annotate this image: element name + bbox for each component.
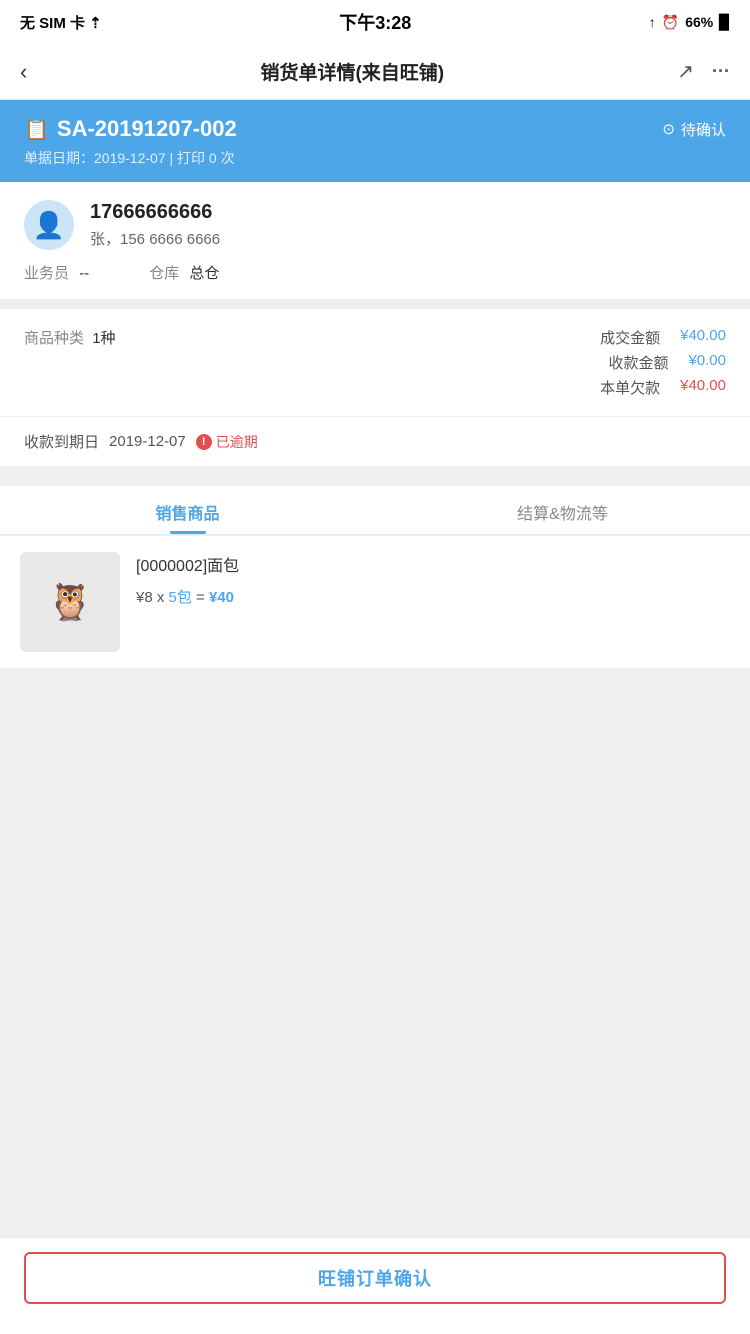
owed-amount-row: 本单欠款 ¥40.00 — [600, 377, 726, 398]
overdue-text: 已逾期 — [216, 432, 258, 452]
received-amount-row: 收款金额 ¥0.00 — [608, 352, 726, 373]
back-button[interactable]: ‹ — [20, 59, 27, 85]
battery-icon: ▉ — [719, 14, 730, 31]
transaction-value: ¥40.00 — [680, 327, 726, 348]
owed-value: ¥40.00 — [680, 377, 726, 398]
summary-right: 成交金额 ¥40.00 收款金额 ¥0.00 本单欠款 ¥40.00 — [600, 327, 726, 398]
transaction-label: 成交金额 — [600, 327, 660, 348]
product-info: [0000002]面包 ¥8 x 5包 = ¥40 — [136, 552, 730, 607]
alarm-icon: ⏰ — [662, 14, 679, 31]
product-section: 🦉 [0000002]面包 ¥8 x 5包 = ¥40 — [0, 536, 750, 668]
empty-area — [0, 668, 750, 948]
bottom-bar: 旺铺订单确认 — [0, 1237, 750, 1334]
received-value: ¥0.00 — [688, 352, 726, 373]
transaction-amount-row: 成交金额 ¥40.00 — [600, 327, 726, 348]
customer-section: 👤 17666666666 张，156 6666 6666 业务员 -- 仓库 … — [0, 182, 750, 299]
divider-2 — [0, 466, 750, 476]
nav-actions: ↗ ··· — [677, 59, 730, 84]
product-image: 🦉 — [20, 552, 120, 652]
tab-settlement[interactable]: 结算&物流等 — [375, 486, 750, 534]
warehouse-label: 仓库 — [149, 265, 179, 282]
warehouse-info: 仓库 总仓 — [149, 262, 219, 283]
summary-row: 商品种类 1种 成交金额 ¥40.00 收款金额 ¥0.00 本单欠款 ¥40.… — [24, 327, 726, 398]
status-time: 下午3:28 — [339, 9, 411, 35]
sim-status: 无 SIM 卡 ⇡ — [20, 12, 102, 33]
price-qty: 5包 — [169, 589, 192, 606]
owed-label: 本单欠款 — [600, 377, 660, 398]
product-types-label: 商品种类 — [24, 330, 84, 347]
salesperson-label: 业务员 — [24, 265, 69, 282]
tabs-section: 销售商品 结算&物流等 — [0, 486, 750, 535]
price-equals: = — [192, 589, 209, 606]
due-date-row: 收款到期日 2019-12-07 ! 已逾期 — [24, 431, 726, 452]
salesperson-value: -- — [79, 265, 89, 282]
summary-left: 商品种类 1种 — [24, 327, 116, 348]
due-date-label: 收款到期日 — [24, 431, 99, 452]
status-right: ↑ ⏰ 66% ▉ — [649, 14, 730, 31]
salesperson-info: 业务员 -- — [24, 262, 89, 283]
location-icon: ↑ — [649, 14, 656, 30]
price-base: ¥8 x — [136, 589, 169, 606]
page-title: 销货单详情(来自旺铺) — [260, 58, 444, 85]
order-id: 📋 SA-20191207-002 — [24, 116, 237, 142]
status-left: 无 SIM 卡 ⇡ — [20, 12, 102, 33]
status-text: 待确认 — [681, 119, 726, 140]
customer-meta: 业务员 -- 仓库 总仓 — [24, 262, 726, 283]
avatar-icon: 👤 — [33, 210, 65, 241]
warehouse-value: 总仓 — [189, 265, 219, 282]
overdue-icon: ! — [196, 434, 212, 450]
share-button[interactable]: ↗ — [677, 59, 694, 84]
order-date: 单据日期：2019-12-07 | 打印 0 次 — [24, 148, 726, 168]
tabs-row: 销售商品 结算&物流等 — [0, 486, 750, 535]
overdue-badge: ! 已逾期 — [196, 432, 258, 452]
status-bar: 无 SIM 卡 ⇡ 下午3:28 ↑ ⏰ 66% ▉ — [0, 0, 750, 44]
summary-section: 商品种类 1种 成交金额 ¥40.00 收款金额 ¥0.00 本单欠款 ¥40.… — [0, 309, 750, 416]
nav-bar: ‹ 销货单详情(来自旺铺) ↗ ··· — [0, 44, 750, 100]
customer-name: 张，156 6666 6666 — [90, 228, 220, 249]
product-name: [0000002]面包 — [136, 552, 730, 576]
product-types-value: 1种 — [92, 330, 115, 347]
more-button[interactable]: ··· — [712, 61, 730, 82]
price-total: ¥40 — [209, 589, 234, 606]
received-label: 收款金额 — [608, 352, 668, 373]
divider-1 — [0, 299, 750, 309]
order-header: 📋 SA-20191207-002 ⊙ 待确认 单据日期：2019-12-07 … — [0, 100, 750, 182]
confirm-order-button[interactable]: 旺铺订单确认 — [24, 1252, 726, 1304]
order-icon: 📋 — [24, 117, 49, 142]
customer-row: 👤 17666666666 张，156 6666 6666 — [24, 200, 726, 250]
product-item: 🦉 [0000002]面包 ¥8 x 5包 = ¥40 — [20, 552, 730, 652]
clock-icon: ⊙ — [662, 120, 675, 138]
product-price-formula: ¥8 x 5包 = ¥40 — [136, 586, 730, 607]
product-placeholder-icon: 🦉 — [48, 581, 93, 623]
order-id-row: 📋 SA-20191207-002 ⊙ 待确认 — [24, 116, 726, 142]
avatar: 👤 — [24, 200, 74, 250]
tab-sales-products[interactable]: 销售商品 — [0, 486, 375, 534]
due-date-section: 收款到期日 2019-12-07 ! 已逾期 — [0, 416, 750, 466]
order-status: ⊙ 待确认 — [662, 119, 726, 140]
due-date-value: 2019-12-07 — [109, 433, 186, 450]
customer-phone: 17666666666 — [90, 201, 220, 224]
battery-level: 66% — [685, 14, 713, 30]
order-id-text: SA-20191207-002 — [57, 116, 237, 142]
customer-details: 17666666666 张，156 6666 6666 — [90, 201, 220, 249]
